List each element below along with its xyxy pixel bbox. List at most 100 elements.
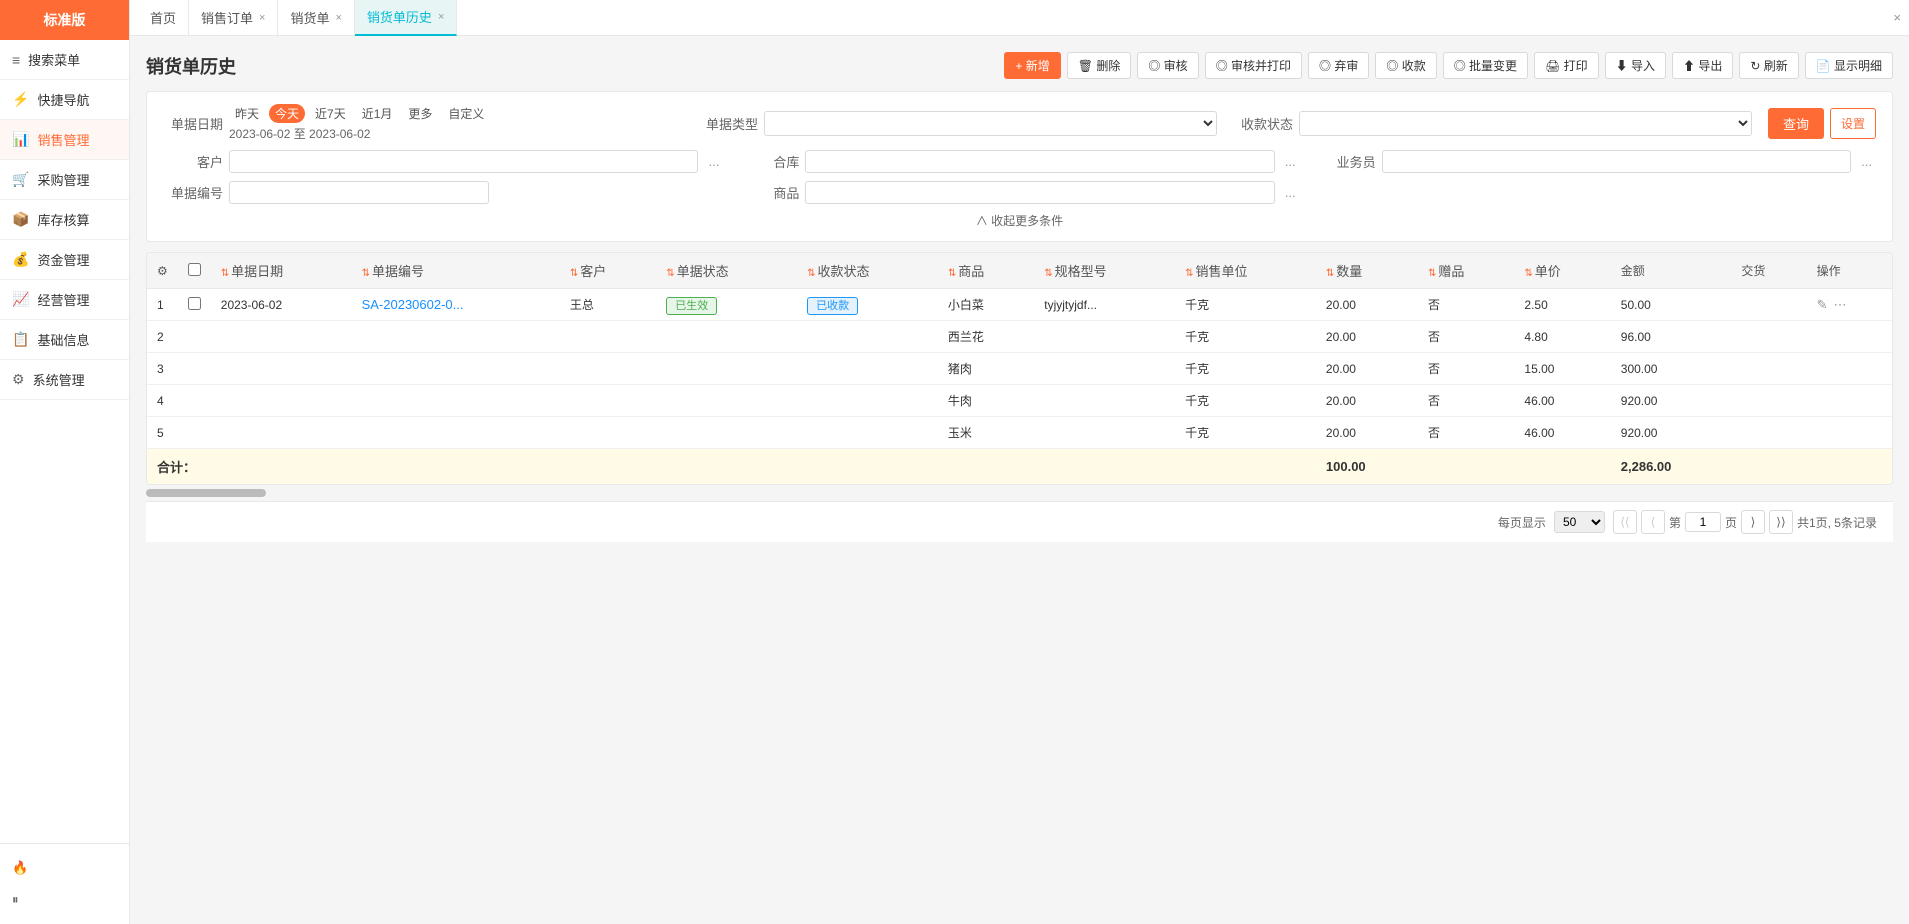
doc-type-select[interactable] bbox=[764, 111, 1217, 136]
batch-button[interactable]: ◎ 批量变更 bbox=[1443, 52, 1528, 79]
tab-sales-history-label: 销货单历史 bbox=[367, 7, 432, 26]
sidebar-item-purchase[interactable]: 🛒 采购管理 bbox=[0, 160, 129, 200]
sidebar-bottom-fire[interactable]: 🔥 bbox=[0, 852, 129, 884]
set-button[interactable]: 设置 bbox=[1830, 108, 1876, 139]
th-goods[interactable]: ⇅商品 bbox=[938, 253, 1034, 289]
row-checkbox[interactable] bbox=[178, 417, 211, 449]
date-7days[interactable]: 近7天 bbox=[309, 104, 352, 123]
warehouse-input[interactable] bbox=[805, 150, 1274, 173]
sidebar-item-sales[interactable]: 📊 销售管理 bbox=[0, 120, 129, 160]
sidebar-item-operations[interactable]: 📈 经营管理 bbox=[0, 280, 129, 320]
salesperson-input[interactable] bbox=[1382, 150, 1851, 173]
tab-sales-order-close[interactable]: × bbox=[259, 12, 265, 24]
row-price: 4.80 bbox=[1514, 321, 1610, 353]
row-select-checkbox[interactable] bbox=[188, 297, 201, 310]
th-gift[interactable]: ⇅赠品 bbox=[1418, 253, 1514, 289]
tab-home[interactable]: 首页 bbox=[138, 0, 189, 36]
th-unit[interactable]: ⇅销售单位 bbox=[1175, 253, 1316, 289]
review-print-button[interactable]: ◎ 审核并打印 bbox=[1205, 52, 1302, 79]
sidebar-item-search[interactable]: ≡ 搜索菜单 bbox=[0, 40, 129, 80]
date-more[interactable]: 更多 bbox=[402, 104, 438, 123]
next-page-btn[interactable]: ⟩ bbox=[1741, 510, 1765, 534]
th-doc-status[interactable]: ⇅单据状态 bbox=[656, 253, 797, 289]
row-seq: 5 bbox=[147, 417, 178, 449]
tab-sales-goods-close[interactable]: × bbox=[335, 12, 341, 24]
row-checkbox[interactable] bbox=[178, 289, 211, 321]
row-spec: tyjyjtyjdf... bbox=[1034, 289, 1175, 321]
row-qty: 20.00 bbox=[1316, 385, 1418, 417]
sidebar-item-finance[interactable]: 💰 资金管理 bbox=[0, 240, 129, 280]
edit-icon[interactable]: ✎ bbox=[1817, 297, 1828, 313]
review-button[interactable]: ◎ 审核 bbox=[1137, 52, 1198, 79]
th-delivery[interactable]: 交货 bbox=[1731, 253, 1806, 289]
doc-type-label: 单据类型 bbox=[698, 114, 758, 133]
first-page-btn[interactable]: ⟨⟨ bbox=[1613, 510, 1637, 534]
date-today[interactable]: 今天 bbox=[269, 104, 305, 123]
row-seq: 3 bbox=[147, 353, 178, 385]
tab-sales-history[interactable]: 销货单历史 × bbox=[355, 0, 457, 36]
import-button[interactable]: ⬇ 导入 bbox=[1605, 52, 1666, 79]
receive-button[interactable]: ◎ 收款 bbox=[1375, 52, 1436, 79]
goods-input[interactable] bbox=[805, 181, 1274, 204]
row-receive-status bbox=[797, 417, 938, 449]
page-size-select[interactable]: 10 20 50 100 bbox=[1554, 511, 1605, 533]
warehouse-ellipsis[interactable]: ... bbox=[1281, 154, 1300, 169]
row-checkbox[interactable] bbox=[178, 353, 211, 385]
table-row: 4牛肉千克20.00否46.00920.00 bbox=[147, 385, 1892, 417]
row-date bbox=[211, 353, 352, 385]
export-button[interactable]: ⬆ 导出 bbox=[1672, 52, 1733, 79]
row-checkbox[interactable] bbox=[178, 385, 211, 417]
horizontal-scrollbar[interactable] bbox=[146, 485, 1893, 501]
salesperson-ellipsis[interactable]: ... bbox=[1857, 154, 1876, 169]
row-doc-status bbox=[656, 321, 797, 353]
th-settings[interactable]: ⚙ bbox=[147, 253, 178, 289]
th-qty[interactable]: ⇅数量 bbox=[1316, 253, 1418, 289]
th-amount[interactable]: 金额 bbox=[1611, 253, 1732, 289]
th-docno[interactable]: ⇅单据编号 bbox=[352, 253, 560, 289]
tab-sales-goods[interactable]: 销货单 × bbox=[278, 0, 354, 36]
abandon-button[interactable]: ◎ 弃审 bbox=[1308, 52, 1369, 79]
tab-sales-history-close[interactable]: × bbox=[438, 11, 444, 23]
th-date[interactable]: ⇅单据日期 bbox=[211, 253, 352, 289]
page-input[interactable] bbox=[1685, 512, 1721, 532]
show-detail-button[interactable]: 📄 显示明细 bbox=[1805, 52, 1893, 79]
th-customer[interactable]: ⇅客户 bbox=[560, 253, 656, 289]
th-spec[interactable]: ⇅规格型号 bbox=[1034, 253, 1175, 289]
sidebar-item-basic-info[interactable]: 📋 基础信息 bbox=[0, 320, 129, 360]
th-price[interactable]: ⇅单价 bbox=[1514, 253, 1610, 289]
status-badge: 已生效 bbox=[666, 297, 717, 315]
customer-input[interactable] bbox=[229, 150, 698, 173]
last-page-btn[interactable]: ⟩⟩ bbox=[1769, 510, 1793, 534]
select-all-checkbox[interactable] bbox=[188, 263, 201, 276]
goods-ellipsis[interactable]: ... bbox=[1281, 185, 1300, 200]
date-yesterday[interactable]: 昨天 bbox=[229, 104, 265, 123]
print-button[interactable]: 🖨 打印 bbox=[1534, 52, 1599, 79]
sidebar-bottom-pause[interactable]: ⏸ bbox=[0, 884, 129, 916]
delete-button[interactable]: 🗑 删除 bbox=[1067, 52, 1132, 79]
date-custom[interactable]: 自定义 bbox=[442, 104, 490, 123]
sidebar-item-inventory[interactable]: 📦 库存核算 bbox=[0, 200, 129, 240]
sidebar-item-system[interactable]: ⚙ 系统管理 bbox=[0, 360, 129, 400]
refresh-button[interactable]: ↻ 刷新 bbox=[1739, 52, 1798, 79]
customer-ellipsis[interactable]: ... bbox=[704, 154, 723, 169]
tab-close-all[interactable]: × bbox=[1893, 10, 1901, 25]
prev-page-btn[interactable]: ⟨ bbox=[1641, 510, 1665, 534]
main-content: 首页 销售订单 × 销货单 × 销货单历史 × × 销货单历史 + 新增 🗑 删… bbox=[130, 0, 1909, 924]
date-1month[interactable]: 近1月 bbox=[356, 104, 399, 123]
receive-status-select[interactable] bbox=[1299, 111, 1752, 136]
scroll-thumb[interactable] bbox=[146, 489, 266, 497]
doc-no-link[interactable]: SA-20230602-0... bbox=[362, 297, 464, 312]
row-checkbox[interactable] bbox=[178, 321, 211, 353]
th-checkbox[interactable] bbox=[178, 253, 211, 289]
row-receive-status bbox=[797, 321, 938, 353]
docno-input[interactable] bbox=[229, 181, 489, 204]
tab-sales-order[interactable]: 销售订单 × bbox=[189, 0, 278, 36]
sidebar-item-quicknav[interactable]: ⚡ 快捷导航 bbox=[0, 80, 129, 120]
collapse-button[interactable]: ∧ 收起更多条件 bbox=[163, 212, 1876, 229]
search-menu-icon: ≡ bbox=[12, 52, 20, 68]
more-icon[interactable]: ⋯ bbox=[1834, 297, 1847, 313]
summary-row: 合计： 100.00 2,286.00 bbox=[147, 449, 1892, 485]
query-button[interactable]: 查询 bbox=[1768, 108, 1824, 139]
th-receive-status[interactable]: ⇅收款状态 bbox=[797, 253, 938, 289]
add-button[interactable]: + 新增 bbox=[1004, 52, 1060, 79]
